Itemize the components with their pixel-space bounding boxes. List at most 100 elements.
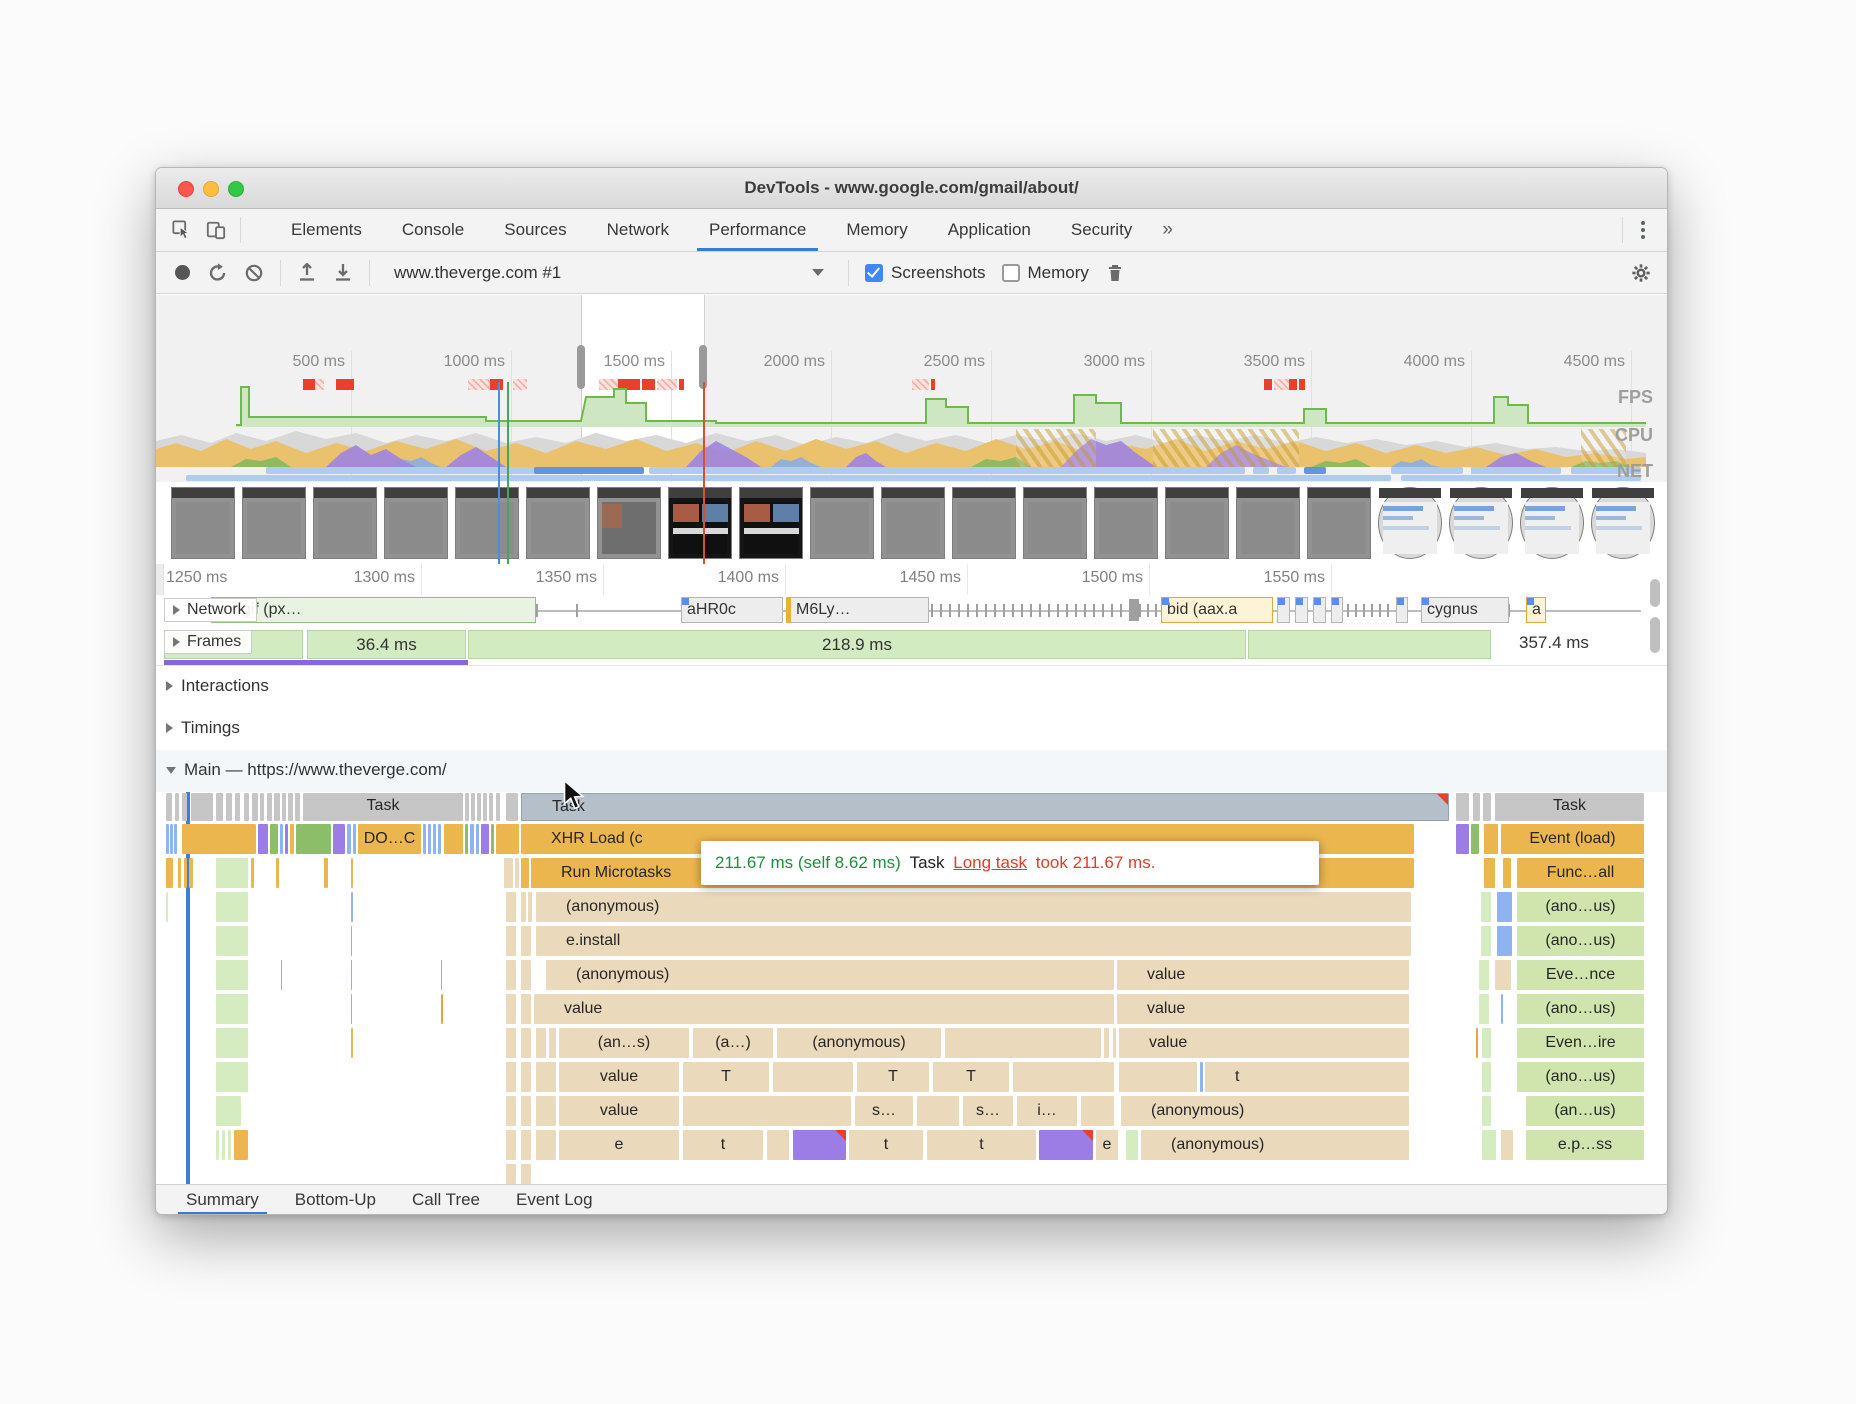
flame-bar[interactable] (491, 824, 494, 854)
filmstrip-screenshot[interactable] (668, 487, 732, 559)
flame-bar[interactable] (521, 858, 529, 888)
tab-security[interactable]: Security (1051, 209, 1152, 251)
flame-bar[interactable] (347, 824, 351, 854)
flame-bar[interactable]: (anonymous) (777, 1028, 941, 1058)
flame-bar[interactable] (285, 824, 288, 854)
flame-bar[interactable] (166, 892, 168, 922)
memory-checkbox[interactable] (1002, 264, 1020, 282)
network-request-item[interactable]: M6Ly… (786, 597, 929, 623)
flame-bar[interactable] (536, 1028, 546, 1058)
flame-bar[interactable]: Func…all (1517, 858, 1644, 888)
flame-bar[interactable] (216, 960, 248, 990)
tab-memory[interactable]: Memory (826, 209, 927, 251)
flame-bar[interactable] (216, 1062, 248, 1092)
flame-bar[interactable] (1481, 926, 1491, 956)
flame-bar[interactable] (1483, 793, 1491, 821)
customize-devtools-icon[interactable] (1633, 221, 1653, 239)
record-button[interactable] (172, 263, 192, 283)
network-track-toggle[interactable]: Network (164, 598, 257, 622)
network-request-item[interactable]: xel.gif (px… (211, 597, 536, 623)
network-request-item[interactable] (1396, 597, 1408, 623)
flame-bar[interactable] (222, 1130, 225, 1160)
flame-bar[interactable] (1497, 926, 1512, 956)
flame-bar[interactable] (228, 1130, 231, 1160)
flame-bar[interactable] (182, 824, 256, 854)
flame-bar[interactable]: Event (load) (1501, 824, 1644, 854)
flame-bar[interactable] (351, 960, 352, 990)
garbage-collect-icon[interactable] (1105, 263, 1125, 283)
flame-bar[interactable] (288, 793, 293, 821)
flame-bar[interactable] (252, 793, 258, 821)
flame-bar[interactable] (506, 960, 516, 990)
flame-bar[interactable] (444, 824, 463, 854)
flame-bar[interactable] (506, 1096, 516, 1126)
network-request-item[interactable] (1277, 597, 1290, 623)
filmstrip-screenshot[interactable] (384, 487, 448, 559)
interactions-track[interactable]: Interactions (156, 666, 1667, 709)
flame-bar[interactable]: e (1096, 1130, 1118, 1160)
flame-bar[interactable]: value (534, 994, 1114, 1024)
flame-bar[interactable] (521, 1096, 531, 1126)
flame-bar[interactable]: (anonymous) (536, 892, 1411, 922)
flame-bar[interactable] (295, 793, 300, 821)
flame-bar[interactable] (216, 1096, 241, 1126)
flame-bar[interactable] (1104, 1028, 1109, 1058)
flame-bar[interactable] (1126, 1130, 1138, 1160)
flame-bar[interactable] (441, 994, 443, 1024)
flame-bar[interactable]: T (857, 1062, 929, 1092)
flame-bar[interactable] (282, 793, 286, 821)
flame-bar[interactable]: e.p…ss (1526, 1130, 1644, 1160)
flame-bar[interactable] (521, 1062, 531, 1092)
screenshots-checkbox-row[interactable]: Screenshots (865, 263, 986, 283)
flame-bar[interactable] (1481, 892, 1491, 922)
drawer-tab-summary[interactable]: Summary (168, 1185, 277, 1215)
tab-application[interactable]: Application (928, 209, 1051, 251)
filmstrip-screenshot[interactable] (1165, 487, 1229, 559)
flame-bar[interactable] (1497, 892, 1512, 922)
flame-bar[interactable] (1479, 960, 1489, 990)
flame-bar[interactable] (175, 793, 179, 821)
flame-bar[interactable] (465, 793, 469, 821)
selection-left-handle[interactable] (577, 345, 585, 389)
flame-bar[interactable] (521, 994, 531, 1024)
flame-bar[interactable] (481, 824, 489, 854)
flame-bar[interactable] (483, 793, 487, 821)
flame-bar[interactable] (528, 892, 532, 922)
flame-bar[interactable] (281, 960, 282, 990)
frames-track-toggle[interactable]: Frames (164, 630, 252, 654)
flame-bar[interactable] (506, 994, 516, 1024)
flame-bar[interactable] (793, 1130, 846, 1160)
flame-bar[interactable] (1456, 793, 1469, 821)
flame-bar[interactable] (471, 793, 475, 821)
flame-bar[interactable] (166, 824, 169, 854)
network-request-item[interactable] (1331, 597, 1343, 623)
flame-bar[interactable] (441, 960, 442, 990)
flame-bar[interactable]: (a…) (693, 1028, 773, 1058)
flame-bar[interactable] (216, 793, 223, 821)
flame-bar[interactable] (506, 926, 516, 956)
filmstrip-screenshot[interactable] (455, 487, 519, 559)
gear-icon[interactable] (1631, 263, 1651, 283)
flame-bar[interactable]: Task (1495, 793, 1644, 821)
flame-bar[interactable] (423, 824, 426, 854)
flame-bar[interactable] (1039, 1130, 1093, 1160)
flame-bar[interactable]: t (927, 1130, 1036, 1160)
network-request-item[interactable] (1313, 597, 1326, 623)
flame-bar[interactable] (521, 926, 531, 956)
flame-bar[interactable]: value (1119, 1028, 1409, 1058)
flame-bar[interactable] (1471, 824, 1479, 854)
flame-bar[interactable] (465, 824, 468, 854)
filmstrip-screenshot[interactable] (1449, 487, 1513, 559)
filmstrip-screenshot[interactable] (597, 487, 661, 559)
flame-bar[interactable]: DO…C (358, 824, 421, 854)
flame-bar[interactable] (496, 793, 500, 821)
flame-bar[interactable] (1501, 1130, 1513, 1160)
main-track-header[interactable]: Main — https://www.theverge.com/ (156, 750, 1667, 792)
flame-bar[interactable] (476, 824, 479, 854)
flame-bar[interactable]: value (1117, 994, 1409, 1024)
drawer-tab-event-log[interactable]: Event Log (498, 1185, 611, 1215)
flame-bar[interactable]: (ano…us) (1517, 926, 1644, 956)
flame-bar[interactable] (521, 1028, 531, 1058)
flame-bar[interactable] (166, 858, 173, 888)
flame-bar[interactable] (274, 793, 280, 821)
